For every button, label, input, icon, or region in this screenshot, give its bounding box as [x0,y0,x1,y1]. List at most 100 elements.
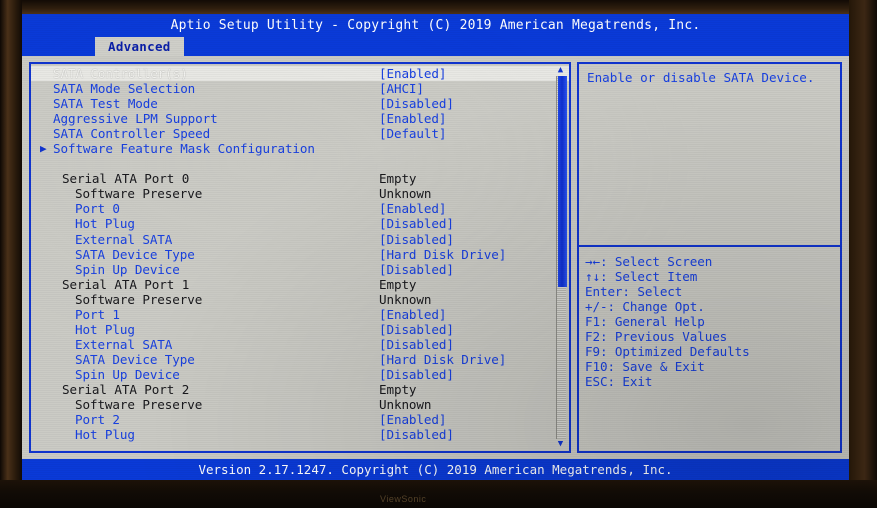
settings-row-value[interactable]: [Disabled] [379,96,454,111]
settings-row-value[interactable]: [Disabled] [379,322,454,337]
settings-panel: SATA Controller(s) [Enabled] SATA Mode Sel… [29,62,571,453]
settings-row-value[interactable]: [Enabled] [379,201,446,216]
help-description: Enable or disable SATA Device. [587,70,815,85]
version-bar: Version 2.17.1247. Copyright (C) 2019 Am… [22,459,849,480]
settings-row-label: SATA Device Type [75,351,195,367]
key-legend-item: →←: Select Screen [585,254,713,269]
settings-row[interactable]: Software Preserve Unknown [31,397,569,412]
settings-row[interactable]: Serial ATA Port 2 Empty [31,382,569,397]
settings-row-label: Port 1 [75,306,120,322]
help-panel-divider [579,245,840,247]
settings-row-list: SATA Controller(s) [Enabled] SATA Mode Sel… [31,66,569,442]
key-legend-item: F2: Previous Values [585,329,728,345]
settings-row[interactable]: Spin Up Device [Disabled] [31,262,569,277]
settings-row-label: Spin Up Device [75,366,180,382]
settings-row[interactable]: SATA Controller Speed [Default] [31,126,569,141]
settings-row-label: Port 0 [75,201,120,217]
monitor-bezel-top [0,0,877,14]
scroll-down-arrow-icon[interactable]: ▼ [555,440,566,449]
key-legend-item: ESC: Exit [585,374,653,390]
key-legend-item: F10: Save & Exit [585,359,705,375]
settings-row-value[interactable]: Empty [379,382,417,397]
settings-row [31,156,569,171]
tab-advanced[interactable]: Advanced [95,37,184,56]
settings-row[interactable]: Aggressive LPM Support [Enabled] [31,111,569,126]
help-panel: Enable or disable SATA Device. →←: Selec… [577,62,842,453]
scrollbar-track[interactable] [556,76,567,439]
title-bar: Aptio Setup Utility - Copyright (C) 2019… [22,14,849,37]
settings-row[interactable]: External SATA [Disabled] [31,337,569,352]
settings-row[interactable]: Hot Plug [Disabled] [31,322,569,337]
settings-row-label: Serial ATA Port 2 [62,381,190,397]
settings-row-value[interactable]: [Enabled] [379,66,446,81]
settings-row-label: Software Feature Mask Configuration [53,141,315,157]
settings-row[interactable]: Serial ATA Port 0 Empty [31,171,569,186]
settings-row[interactable]: ▶ Software Feature Mask Configuration [31,141,569,156]
scroll-up-arrow-icon[interactable]: ▲ [555,66,566,75]
settings-row-value[interactable]: [Disabled] [379,262,454,277]
settings-row-label: Serial ATA Port 0 [62,171,190,187]
key-legend-item: Enter: Select [585,284,683,300]
settings-row-value[interactable]: [Hard Disk Drive] [379,352,506,367]
settings-row-value[interactable]: [Disabled] [379,367,454,382]
key-legend-item: ↑↓: Select Item [585,269,698,285]
settings-row[interactable]: SATA Device Type [Hard Disk Drive] [31,247,569,262]
settings-row[interactable]: SATA Test Mode [Disabled] [31,96,569,111]
submenu-arrow-icon: ▶ [40,142,47,156]
settings-row-value[interactable]: Empty [379,277,417,292]
scrollbar-thumb[interactable] [558,76,567,287]
settings-row-label: Hot Plug [75,321,135,337]
settings-row-value[interactable]: Unknown [379,186,431,201]
settings-row[interactable]: Spin Up Device [Disabled] [31,367,569,382]
settings-row-label: Software Preserve [75,291,203,307]
body-area: SATA Controller(s) [Enabled] SATA Mode Sel… [22,56,849,459]
settings-row-label: External SATA [75,336,173,352]
settings-row-value[interactable]: [Disabled] [379,337,454,352]
settings-row-value[interactable]: Empty [379,171,417,186]
settings-row[interactable]: SATA Device Type [Hard Disk Drive] [31,352,569,367]
settings-row-value[interactable]: [Disabled] [379,232,454,247]
settings-scrollbar[interactable]: ▲ ▼ [555,66,567,449]
settings-row[interactable]: SATA Controller(s) [Enabled] [31,66,569,82]
monitor-photograph: ViewSonic Aptio Setup Utility - Copyrigh… [0,0,877,508]
tab-strip: Advanced [22,37,849,56]
settings-row-value[interactable]: Unknown [379,397,431,412]
settings-row-label: SATA Controller Speed [53,126,211,142]
settings-row[interactable]: External SATA [Disabled] [31,232,569,247]
settings-row-label: External SATA [75,231,173,247]
settings-row-value[interactable]: [AHCI] [379,81,424,96]
key-legend-item: F1: General Help [585,314,705,330]
key-legend-item: +/-: Change Opt. [585,299,705,315]
key-legend-list: →←: Select Screen ↑↓: Select Item Enter: S… [585,254,837,389]
settings-row[interactable]: Port 2 [Enabled] [31,412,569,427]
settings-row[interactable]: Hot Plug [Disabled] [31,216,569,231]
settings-row-label: Software Preserve [75,186,203,202]
settings-row-label: Port 2 [75,412,120,428]
settings-row[interactable]: Port 0 [Enabled] [31,201,569,216]
settings-row-value[interactable]: [Enabled] [379,111,446,126]
settings-row-label: Serial ATA Port 1 [62,276,190,292]
settings-row-value[interactable]: Unknown [379,292,431,307]
settings-row-label: Hot Plug [75,427,135,443]
settings-row[interactable]: Serial ATA Port 1 Empty [31,277,569,292]
settings-row-value[interactable]: [Enabled] [379,412,446,427]
settings-row-label: Spin Up Device [75,261,180,277]
settings-row[interactable]: Software Preserve Unknown [31,292,569,307]
settings-row-label: SATA Device Type [75,246,195,262]
monitor-bezel-left [0,0,22,508]
settings-row-value[interactable]: [Enabled] [379,307,446,322]
settings-row[interactable]: Port 1 [Enabled] [31,307,569,322]
bios-screen: Aptio Setup Utility - Copyright (C) 2019… [22,14,849,480]
settings-row-label: SATA Test Mode [53,96,158,112]
settings-row[interactable]: SATA Mode Selection [AHCI] [31,81,569,96]
monitor-bezel-right [849,0,877,508]
settings-row[interactable]: Software Preserve Unknown [31,186,569,201]
settings-row-value[interactable]: [Default] [379,126,446,141]
settings-row-value[interactable]: [Hard Disk Drive] [379,247,506,262]
monitor-bezel-bottom [0,480,877,508]
settings-row-label: Hot Plug [75,216,135,232]
settings-row-label: Aggressive LPM Support [53,111,218,127]
settings-row-value[interactable]: [Disabled] [379,427,454,442]
settings-row[interactable]: Hot Plug [Disabled] [31,427,569,442]
settings-row-value[interactable]: [Disabled] [379,216,454,231]
